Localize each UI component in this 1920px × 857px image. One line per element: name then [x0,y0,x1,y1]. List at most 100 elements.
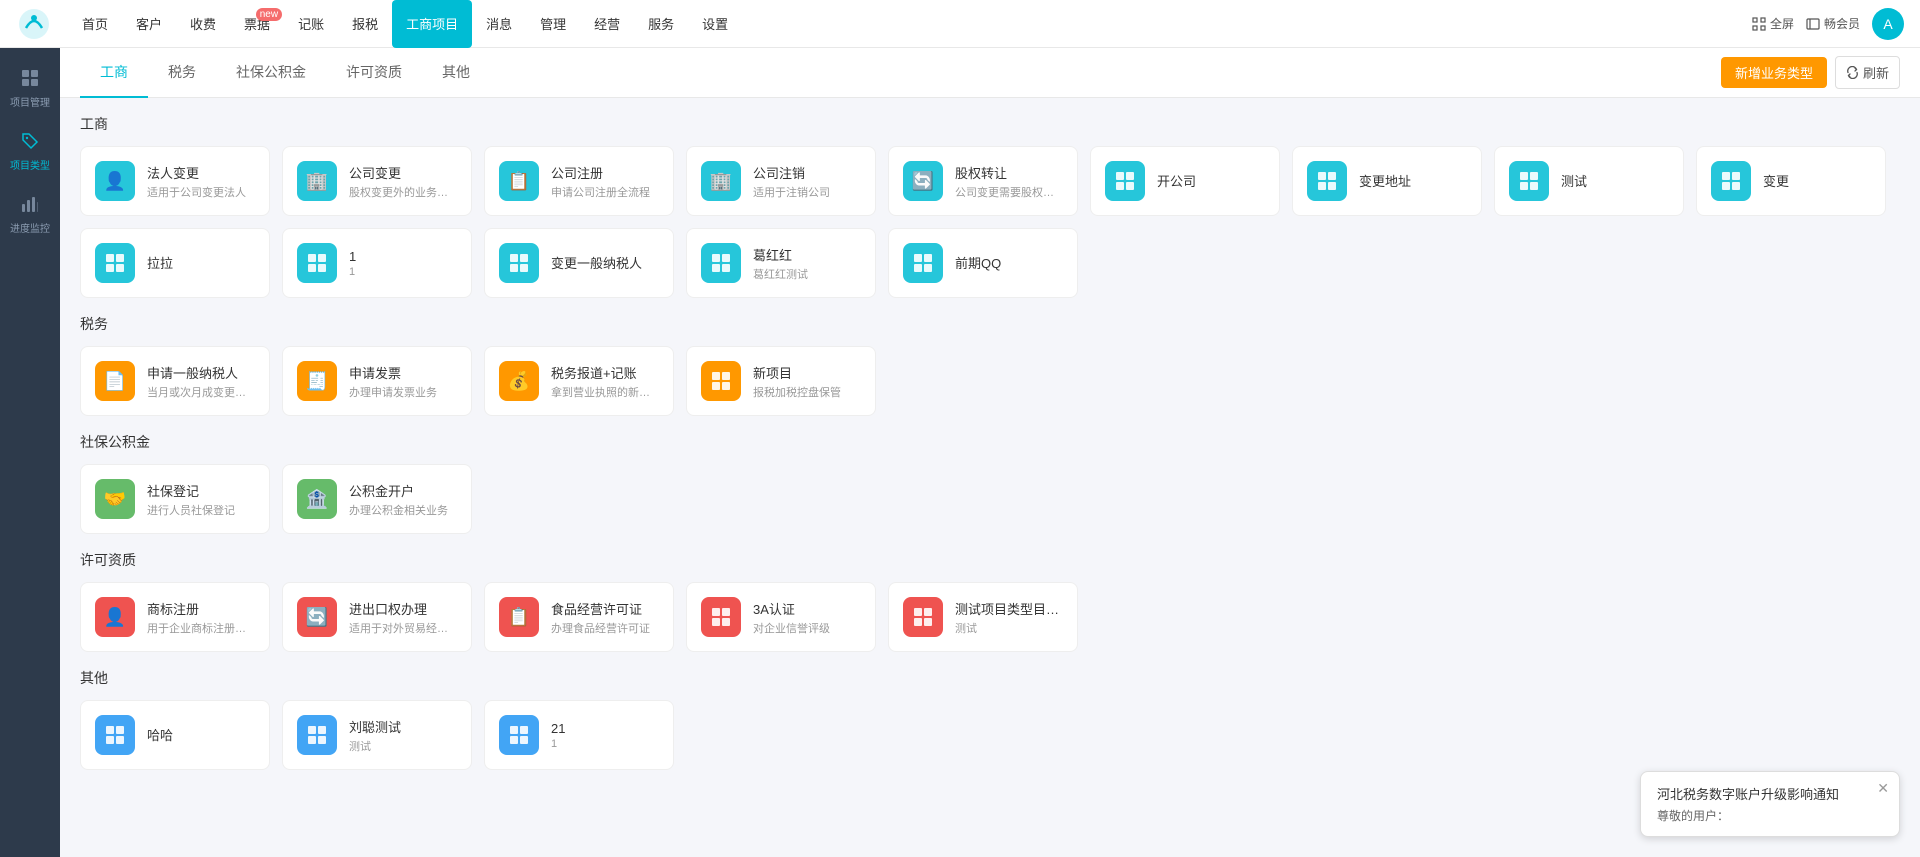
card-description: 公司变更需要股权转让 [955,184,1063,200]
tab-税务[interactable]: 税务 [148,48,216,98]
sidebar-item-label: 项目类型 [10,157,50,172]
nav-item-记账[interactable]: 记账 [284,0,338,48]
business-type-card[interactable]: 🏢公司注销适用于注销公司 [686,146,876,216]
card-text: 拉拉 [147,253,255,274]
nav-item-报税[interactable]: 报税 [338,0,392,48]
card-title: 公积金开户 [349,481,457,500]
business-type-card[interactable]: 👤法人变更适用于公司变更法人 [80,146,270,216]
business-type-card[interactable]: 刘聪测试测试 [282,700,472,770]
card-icon: 🧾 [297,361,337,401]
card-title: 开公司 [1157,171,1265,190]
business-type-card[interactable]: 3A认证对企业信誉评级 [686,582,876,652]
tab-其他[interactable]: 其他 [422,48,490,98]
card-icon [499,715,539,755]
nav-item-工商项目[interactable]: 工商项目 [392,0,472,48]
card-description: 办理食品经营许可证 [551,620,659,636]
card-title: 进出口权办理 [349,599,457,618]
card-description: 葛红红测试 [753,266,861,282]
card-text: 法人变更适用于公司变更法人 [147,163,255,200]
business-type-card[interactable]: 新项目报税加税控盘保管 [686,346,876,416]
business-type-card[interactable]: 拉拉 [80,228,270,298]
notification-close-button[interactable]: ✕ [1877,780,1889,797]
business-type-card[interactable]: 前期QQ [888,228,1078,298]
nav-item-收费[interactable]: 收费 [176,0,230,48]
card-icon [701,243,741,283]
content-area: 工商税务社保公积金许可资质其他 新增业务类型 刷新 工商 👤法人变更适用于公司变更… [60,48,1920,857]
business-type-card[interactable]: 🏢公司变更股权变更外的业务变更 [282,146,472,216]
business-type-card[interactable]: 211 [484,700,674,770]
card-icon: 🔄 [297,597,337,637]
card-description: 测试 [955,620,1063,636]
card-text: 3A认证对企业信誉评级 [753,599,861,636]
business-type-card[interactable]: 📋公司注册申请公司注册全流程 [484,146,674,216]
nav-item-消息[interactable]: 消息 [472,0,526,48]
business-type-card[interactable]: 开公司 [1090,146,1280,216]
card-title: 股权转让 [955,163,1063,182]
cards-grid: 🤝 社保登记进行人员社保登记 🏦公积金开户办理公积金相关业务 [80,464,1900,534]
business-type-card[interactable]: 变更一般纳税人 [484,228,674,298]
business-type-card[interactable]: 🔄 进出口权办理适用于对外贸易经营者 [282,582,472,652]
tab-actions: 新增业务类型 刷新 [1721,56,1900,89]
business-type-card[interactable]: 🔄 股权转让公司变更需要股权转让 [888,146,1078,216]
card-text: 公司注销适用于注销公司 [753,163,861,200]
nav-item-管理[interactable]: 管理 [526,0,580,48]
card-description: 办理申请发票业务 [349,384,457,400]
business-type-card[interactable]: 测试项目类型目定义测试 [888,582,1078,652]
card-icon [1509,161,1549,201]
business-type-card[interactable]: 11 [282,228,472,298]
card-title: 食品经营许可证 [551,599,659,618]
business-type-card[interactable]: 🏦公积金开户办理公积金相关业务 [282,464,472,534]
business-type-card[interactable]: 👤商标注册用于企业商标注册服务 [80,582,270,652]
tab-items: 工商税务社保公积金许可资质其他 [80,48,490,97]
card-title: 社保登记 [147,481,255,500]
cards-grid: 📄申请一般纳税人当月或次月成变更完成🧾申请发票办理申请发票业务💰税务报道+记账拿… [80,346,1900,416]
new-type-button[interactable]: 新增业务类型 [1721,57,1827,88]
business-type-card[interactable]: 葛红红葛红红测试 [686,228,876,298]
business-type-card[interactable]: 变更地址 [1292,146,1482,216]
card-text: 股权转让公司变更需要股权转让 [955,163,1063,200]
card-title: 变更一般纳税人 [551,253,659,272]
sidebar-item-项目管理[interactable]: 项目管理 [0,56,60,119]
nav-item-首页[interactable]: 首页 [68,0,122,48]
sidebar-item-进度监控[interactable]: 进度监控 [0,182,60,245]
tab-工商[interactable]: 工商 [80,48,148,98]
fullscreen-btn[interactable]: 全屏 [1752,15,1794,32]
business-type-card[interactable]: 哈哈 [80,700,270,770]
card-description: 适用于注销公司 [753,184,861,200]
sidebar-item-label: 进度监控 [10,220,50,235]
nav-item-服务[interactable]: 服务 [634,0,688,48]
nav-item-设置[interactable]: 设置 [688,0,742,48]
business-type-card[interactable]: 变更 [1696,146,1886,216]
card-text: 公积金开户办理公积金相关业务 [349,481,457,518]
card-title: 测试项目类型目定义 [955,599,1063,618]
nav-item-票据[interactable]: 票据new [230,0,284,48]
card-description: 进行人员社保登记 [147,502,255,518]
card-text: 变更地址 [1359,171,1467,192]
tab-社保公积金[interactable]: 社保公积金 [216,48,326,98]
business-type-card[interactable]: 🤝 社保登记进行人员社保登记 [80,464,270,534]
nav-item-客户[interactable]: 客户 [122,0,176,48]
card-description: 适用于对外贸易经营者 [349,620,457,636]
card-icon: 🤝 [95,479,135,519]
business-type-card[interactable]: 测试 [1494,146,1684,216]
refresh-button[interactable]: 刷新 [1835,56,1900,89]
card-description: 当月或次月成变更完成 [147,384,255,400]
member-btn[interactable]: 畅会员 [1806,15,1860,32]
card-icon: 🔄 [903,161,943,201]
card-icon [1307,161,1347,201]
card-icon [1711,161,1751,201]
sidebar-item-项目类型[interactable]: 项目类型 [0,119,60,182]
nav-item-经营[interactable]: 经营 [580,0,634,48]
sidebar-item-label: 项目管理 [10,94,50,109]
business-type-card[interactable]: 📋食品经营许可证办理食品经营许可证 [484,582,674,652]
business-type-card[interactable]: 💰税务报道+记账拿到营业执照的新公司 [484,346,674,416]
business-type-card[interactable]: 🧾申请发票办理申请发票业务 [282,346,472,416]
card-title: 哈哈 [147,725,255,744]
user-avatar[interactable]: A [1872,8,1904,40]
notification-popup: ✕ 河北税务数字账户升级影响通知 尊敬的用户： [1640,771,1900,837]
tab-许可资质[interactable]: 许可资质 [326,48,422,98]
app-logo[interactable] [16,6,52,42]
card-icon [1105,161,1145,201]
card-icon [903,243,943,283]
business-type-card[interactable]: 📄申请一般纳税人当月或次月成变更完成 [80,346,270,416]
